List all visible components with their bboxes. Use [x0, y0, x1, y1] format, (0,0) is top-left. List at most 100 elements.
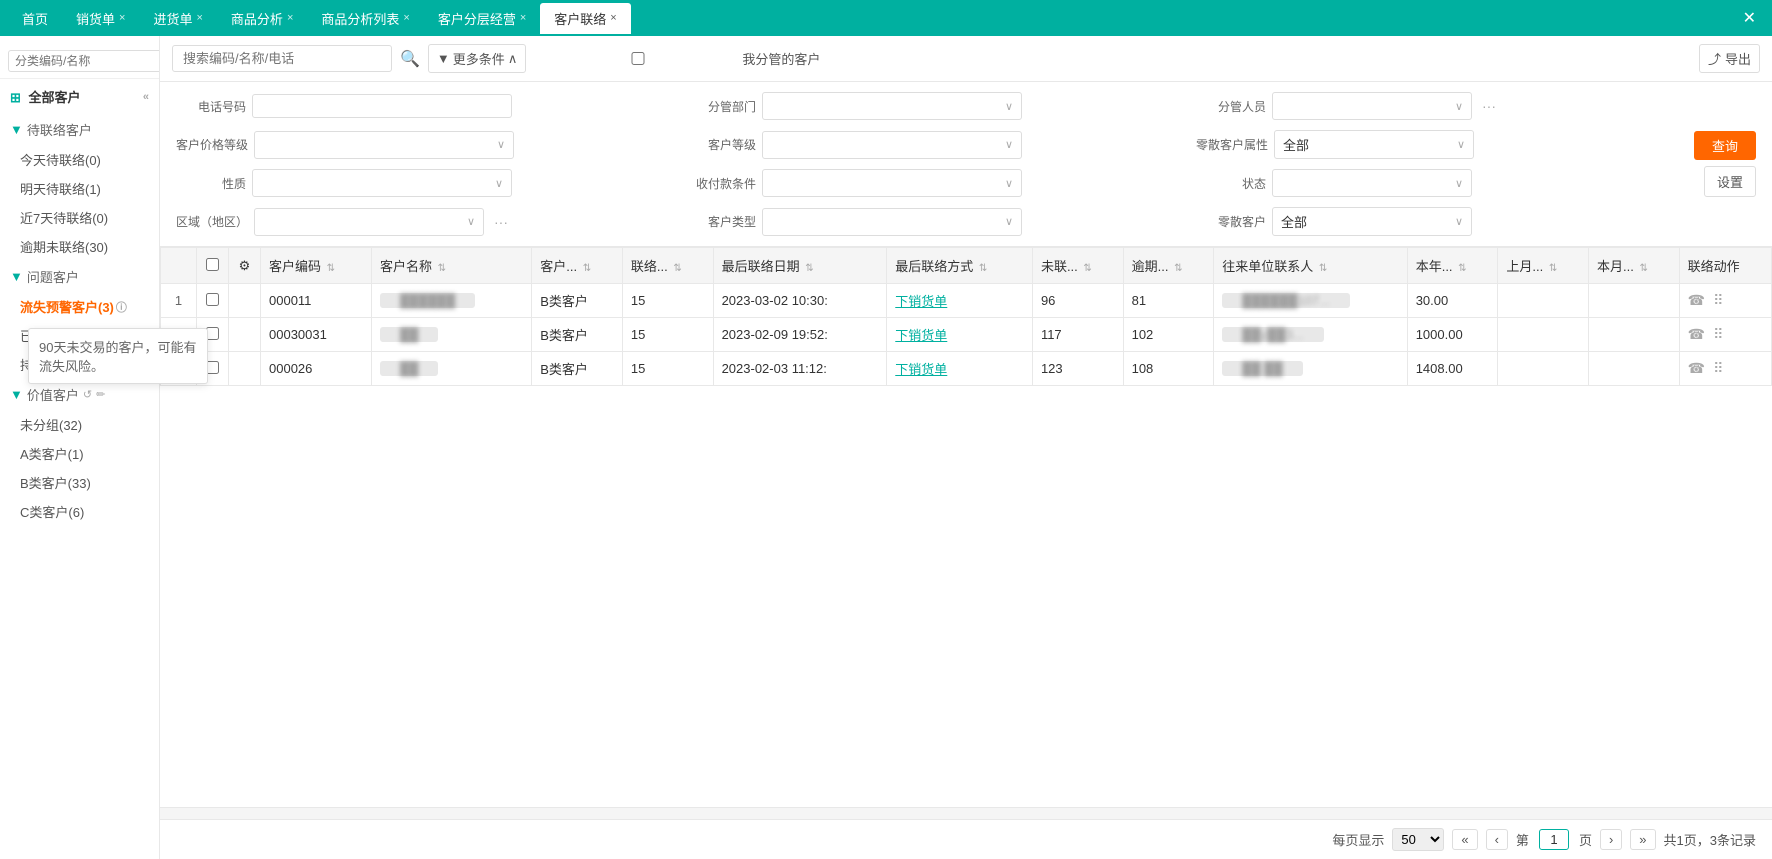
export-button[interactable]: ⤴ 导出: [1699, 44, 1760, 73]
filter-manager-select[interactable]: ∨: [1272, 92, 1472, 120]
row-last-contact-way-2[interactable]: 下销货单: [887, 318, 1033, 352]
col-code[interactable]: 客户编码 ⇅: [261, 248, 372, 284]
sidebar-item-tomorrow[interactable]: 明天待联络(1): [0, 174, 159, 203]
value-edit-icon[interactable]: ✏: [96, 388, 105, 401]
tab-analysis-close[interactable]: ×: [287, 12, 293, 24]
scatter-customer-chevron-icon: ∨: [1455, 215, 1463, 228]
total-info: 共1页，3条记录: [1664, 830, 1756, 849]
col-not-contact[interactable]: 未联... ⇅: [1032, 248, 1123, 284]
filter-phone-input[interactable]: [252, 94, 512, 118]
row-last-contact-way-3[interactable]: 下销货单: [887, 352, 1033, 386]
settings-button[interactable]: 设置: [1704, 166, 1756, 197]
sort-icon-this-year: ⇅: [1458, 263, 1466, 274]
filter-scatter-attr: 零散客户属性 全部 ∨: [1196, 130, 1682, 159]
select-all-checkbox[interactable]: [206, 258, 219, 271]
next-page-button[interactable]: ›: [1600, 829, 1622, 850]
filter-nature-select[interactable]: ∨: [252, 169, 512, 197]
row-action-3: ☎ ⠿: [1679, 352, 1771, 386]
action-more-icon-3[interactable]: ⠿: [1713, 360, 1723, 377]
row-contact-2: 15: [622, 318, 713, 352]
value-refresh-icon[interactable]: ↺: [83, 388, 92, 401]
last-page-button[interactable]: »: [1630, 829, 1655, 850]
col-type[interactable]: 客户... ⇅: [532, 248, 623, 284]
filter-region-select[interactable]: ∨: [254, 208, 484, 236]
col-name[interactable]: 客户名称 ⇅: [371, 248, 531, 284]
row-this-year-1: 30.00: [1407, 284, 1498, 318]
filter-scatter-customer-label: 零散客户: [1196, 213, 1266, 230]
sidebar-item-ungroup[interactable]: 未分组(32): [0, 410, 159, 439]
filter-scatter-attr-select[interactable]: 全部 ∨: [1274, 130, 1474, 159]
sidebar-item-class-b[interactable]: B类客户(33): [0, 468, 159, 497]
tab-customer-tier[interactable]: 客户分层经营 ×: [424, 3, 540, 34]
filter-customer-type-select[interactable]: ∨: [762, 208, 1022, 236]
sidebar-search-input[interactable]: [8, 50, 160, 72]
my-customers-checkbox[interactable]: [538, 52, 738, 65]
window-close-button[interactable]: ✕: [1735, 4, 1764, 32]
tab-analysis-list-close[interactable]: ×: [403, 12, 409, 24]
col-contact[interactable]: 联络... ⇅: [622, 248, 713, 284]
sidebar-group-pending-title[interactable]: ▼ 待联络客户: [0, 114, 159, 145]
region-more-button[interactable]: ···: [494, 214, 508, 230]
filter-region: 区域（地区） ∨ ···: [176, 208, 662, 236]
search-input[interactable]: [172, 45, 392, 72]
sidebar-item-today[interactable]: 今天待联络(0): [0, 145, 159, 174]
my-customers-checkbox-area: 我分管的客户: [538, 49, 820, 68]
col-last-contact-date[interactable]: 最后联络日期 ⇅: [713, 248, 887, 284]
manager-more-button[interactable]: ···: [1482, 98, 1496, 114]
sidebar-item-overdue[interactable]: 逾期未联络(30): [0, 232, 159, 261]
row-last-contact-way-1[interactable]: 下销货单: [887, 284, 1033, 318]
more-conditions-button[interactable]: ▼ 更多条件 ∧: [428, 44, 526, 73]
action-more-icon-2[interactable]: ⠿: [1713, 326, 1723, 343]
tab-customer-contact[interactable]: 客户联络 ×: [540, 3, 630, 34]
col-last-month[interactable]: 上月... ⇅: [1498, 248, 1589, 284]
page-label: 第: [1516, 830, 1529, 849]
filter-price-grade-select[interactable]: ∨: [254, 131, 514, 159]
sidebar-item-class-c[interactable]: C类客户(6): [0, 497, 159, 526]
prev-page-button[interactable]: ‹: [1486, 829, 1508, 850]
search-button[interactable]: 🔍: [400, 49, 420, 69]
col-overdue[interactable]: 逾期... ⇅: [1123, 248, 1214, 284]
all-customers-label: 全部客户: [29, 90, 81, 105]
sort-icon-this-month: ⇅: [1639, 263, 1647, 274]
sidebar: 🔍 ⊞ 全部客户 « ▼ 待联络客户 今天待联络(0) 明天待联络(1) 近7天…: [0, 36, 160, 859]
query-button[interactable]: 查询: [1694, 131, 1756, 160]
sort-icon-not-contact: ⇅: [1083, 263, 1091, 274]
main-content: 🔍 ▼ 更多条件 ∧ 我分管的客户 ⤴ 导出: [160, 36, 1772, 859]
col-this-month[interactable]: 本月... ⇅: [1589, 248, 1680, 284]
sidebar-item-churn-warning[interactable]: 流失预警客户(3) ⓘ: [0, 292, 159, 321]
action-contact-icon-2[interactable]: ☎: [1688, 326, 1705, 343]
tab-analysis[interactable]: 商品分析 ×: [217, 3, 307, 34]
row-checkbox-1: [197, 284, 229, 318]
tab-home[interactable]: 首页: [8, 3, 62, 34]
horizontal-scrollbar[interactable]: [160, 807, 1772, 819]
filter-status-select[interactable]: ∨: [1272, 169, 1472, 197]
col-last-contact-way[interactable]: 最后联络方式 ⇅: [887, 248, 1033, 284]
col-settings[interactable]: ⚙: [229, 248, 261, 284]
sidebar-all-customers[interactable]: ⊞ 全部客户 «: [0, 79, 159, 114]
tab-customer-contact-close[interactable]: ×: [610, 12, 616, 24]
tab-purchase-close[interactable]: ×: [196, 12, 202, 24]
first-page-button[interactable]: «: [1452, 829, 1477, 850]
sidebar-item-week[interactable]: 近7天待联络(0): [0, 203, 159, 232]
filter-scatter-customer-select[interactable]: 全部 ∨: [1272, 207, 1472, 236]
col-unit-contact[interactable]: 往来单位联系人 ⇅: [1214, 248, 1407, 284]
filter-payment-select[interactable]: ∨: [762, 169, 1022, 197]
tab-purchase[interactable]: 进货单 ×: [139, 3, 216, 34]
my-customers-label: 我分管的客户: [742, 49, 820, 68]
action-contact-icon-3[interactable]: ☎: [1688, 360, 1705, 377]
col-this-year[interactable]: 本年... ⇅: [1407, 248, 1498, 284]
filter-dept-select[interactable]: ∨: [762, 92, 1022, 120]
per-page-select[interactable]: 50 100 200: [1392, 828, 1444, 851]
action-more-icon-1[interactable]: ⠿: [1713, 292, 1723, 309]
action-contact-icon-1[interactable]: ☎: [1688, 292, 1705, 309]
sidebar-item-class-a[interactable]: A类客户(1): [0, 439, 159, 468]
tab-analysis-list[interactable]: 商品分析列表 ×: [307, 3, 423, 34]
filter-row-2: 客户价格等级 ∨ 客户等级 ∨: [176, 130, 1682, 159]
row-1-checkbox[interactable]: [206, 293, 219, 306]
row-name-1: ██████: [371, 284, 531, 318]
filter-customer-grade-select[interactable]: ∨: [762, 131, 1022, 159]
tab-sales[interactable]: 销货单 ×: [62, 3, 139, 34]
tab-sales-close[interactable]: ×: [119, 12, 125, 24]
tab-customer-tier-close[interactable]: ×: [520, 12, 526, 24]
sidebar-group-problem-title[interactable]: ▼ 问题客户: [0, 261, 159, 292]
